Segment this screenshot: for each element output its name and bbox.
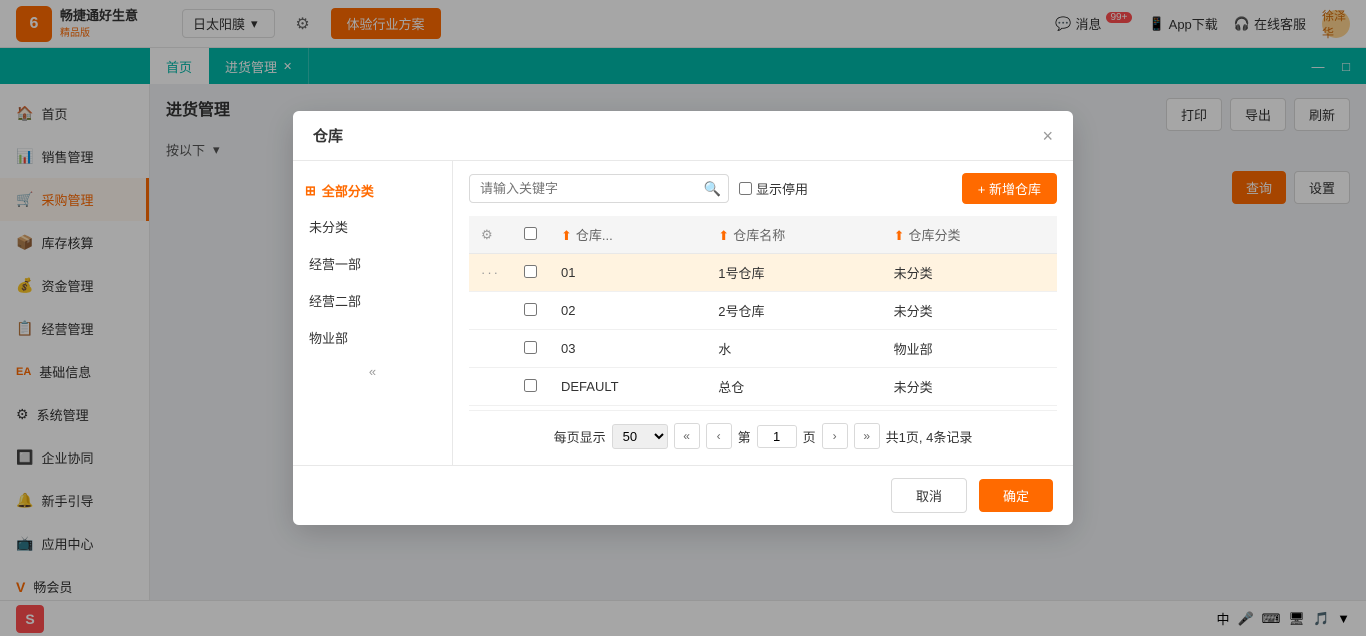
add-warehouse-button[interactable]: + 新增仓库 — [962, 173, 1057, 204]
page-summary: 共1页, 4条记录 — [886, 427, 973, 446]
modal-body: ⊞ 全部分类 未分类 经营一部 经营二部 物业部 « 🔍 — [293, 161, 1073, 465]
row-more-icon[interactable]: ··· — [481, 265, 500, 280]
prev-page-button[interactable]: ‹ — [706, 423, 732, 449]
modal-footer: 取消 确定 — [293, 465, 1073, 525]
row-category-3: 物业部 — [882, 330, 1057, 368]
row-checkbox-3[interactable] — [524, 341, 537, 354]
grid-icon: ⊞ — [305, 183, 316, 199]
warehouse-table: ⚙ ⬆仓库... ⬆仓库名称 — [469, 216, 1057, 406]
confirm-button[interactable]: 确定 — [979, 479, 1053, 512]
modal-close-button[interactable]: × — [1042, 127, 1053, 145]
modal-overlay: 仓库 × ⊞ 全部分类 未分类 经营一部 经营二部 物业部 « — [0, 0, 1366, 636]
row-actions-1: ··· — [469, 254, 512, 292]
show-disabled-checkbox[interactable] — [739, 182, 752, 195]
page-label: 页 — [803, 427, 816, 446]
row-checkbox-4[interactable] — [524, 379, 537, 392]
page-size-select[interactable]: 50 100 200 — [612, 424, 668, 449]
modal-sidebar: ⊞ 全部分类 未分类 经营一部 经营二部 物业部 « — [293, 161, 453, 465]
row-check-4 — [512, 368, 549, 406]
warehouse-modal: 仓库 × ⊞ 全部分类 未分类 经营一部 经营二部 物业部 « — [293, 111, 1073, 525]
th-name: ⬆仓库名称 — [706, 216, 881, 254]
row-name-2: 2号仓库 — [706, 292, 881, 330]
modal-title: 仓库 — [313, 125, 343, 146]
modal-header: 仓库 × — [293, 111, 1073, 161]
modal-category-ops2[interactable]: 经营二部 — [293, 282, 452, 319]
table-body: ··· 01 1号仓库 未分类 02 2号仓库 — [469, 254, 1057, 406]
row-check-2 — [512, 292, 549, 330]
row-code-2: 02 — [549, 292, 706, 330]
table-wrap: ⚙ ⬆仓库... ⬆仓库名称 — [469, 216, 1057, 406]
row-name-4: 总仓 — [706, 368, 881, 406]
th-code: ⬆仓库... — [549, 216, 706, 254]
modal-toolbar: 🔍 显示停用 + 新增仓库 — [469, 173, 1057, 204]
th-check — [512, 216, 549, 254]
pagination: 每页显示 50 100 200 « ‹ 第 页 — [469, 410, 1057, 453]
select-all-checkbox[interactable] — [524, 227, 537, 240]
row-code-4: DEFAULT — [549, 368, 706, 406]
row-actions-4 — [469, 368, 512, 406]
row-category-1: 未分类 — [882, 254, 1057, 292]
row-checkbox-1[interactable] — [524, 265, 537, 278]
th-gear: ⚙ — [469, 216, 512, 254]
search-wrap: 🔍 — [469, 174, 729, 203]
sidebar-all-categories: 全部分类 — [322, 181, 374, 200]
page-size-label: 每页显示 — [554, 427, 606, 446]
row-name-1: 1号仓库 — [706, 254, 881, 292]
first-page-icon: « — [683, 429, 690, 443]
table-row[interactable]: DEFAULT 总仓 未分类 — [469, 368, 1057, 406]
prev-page-icon: ‹ — [717, 429, 721, 443]
sort-icon-code: ⬆ — [561, 228, 572, 243]
next-page-button[interactable]: › — [822, 423, 848, 449]
sort-icon-name: ⬆ — [718, 228, 729, 243]
search-input[interactable] — [469, 174, 729, 203]
row-check-3 — [512, 330, 549, 368]
gear-icon: ⚙ — [481, 227, 493, 242]
row-category-2: 未分类 — [882, 292, 1057, 330]
table-row[interactable]: 02 2号仓库 未分类 — [469, 292, 1057, 330]
last-page-button[interactable]: » — [854, 423, 880, 449]
page-word: 第 — [738, 427, 751, 446]
last-page-icon: » — [863, 429, 870, 443]
table-head: ⚙ ⬆仓库... ⬆仓库名称 — [469, 216, 1057, 254]
modal-category-uncategorized[interactable]: 未分类 — [293, 208, 452, 245]
row-name-3: 水 — [706, 330, 881, 368]
cancel-button[interactable]: 取消 — [891, 478, 967, 513]
modal-sidebar-collapse-button[interactable]: « — [293, 356, 452, 387]
modal-content-area: 🔍 显示停用 + 新增仓库 — [453, 161, 1073, 465]
row-code-1: 01 — [549, 254, 706, 292]
modal-sidebar-header: ⊞ 全部分类 — [293, 173, 452, 208]
th-category: ⬆仓库分类 — [882, 216, 1057, 254]
first-page-button[interactable]: « — [674, 423, 700, 449]
next-page-icon: › — [833, 429, 837, 443]
page-number-input[interactable] — [757, 425, 797, 448]
row-check-1 — [512, 254, 549, 292]
modal-category-ops1[interactable]: 经营一部 — [293, 245, 452, 282]
table-row[interactable]: ··· 01 1号仓库 未分类 — [469, 254, 1057, 292]
table-row[interactable]: 03 水 物业部 — [469, 330, 1057, 368]
row-code-3: 03 — [549, 330, 706, 368]
row-category-4: 未分类 — [882, 368, 1057, 406]
row-checkbox-2[interactable] — [524, 303, 537, 316]
search-icon: 🔍 — [704, 180, 721, 197]
show-disabled-checkbox-label[interactable]: 显示停用 — [739, 179, 808, 198]
show-disabled-label: 显示停用 — [756, 179, 808, 198]
sort-icon-category: ⬆ — [894, 228, 905, 243]
row-actions-2 — [469, 292, 512, 330]
row-actions-3 — [469, 330, 512, 368]
modal-category-property[interactable]: 物业部 — [293, 319, 452, 356]
